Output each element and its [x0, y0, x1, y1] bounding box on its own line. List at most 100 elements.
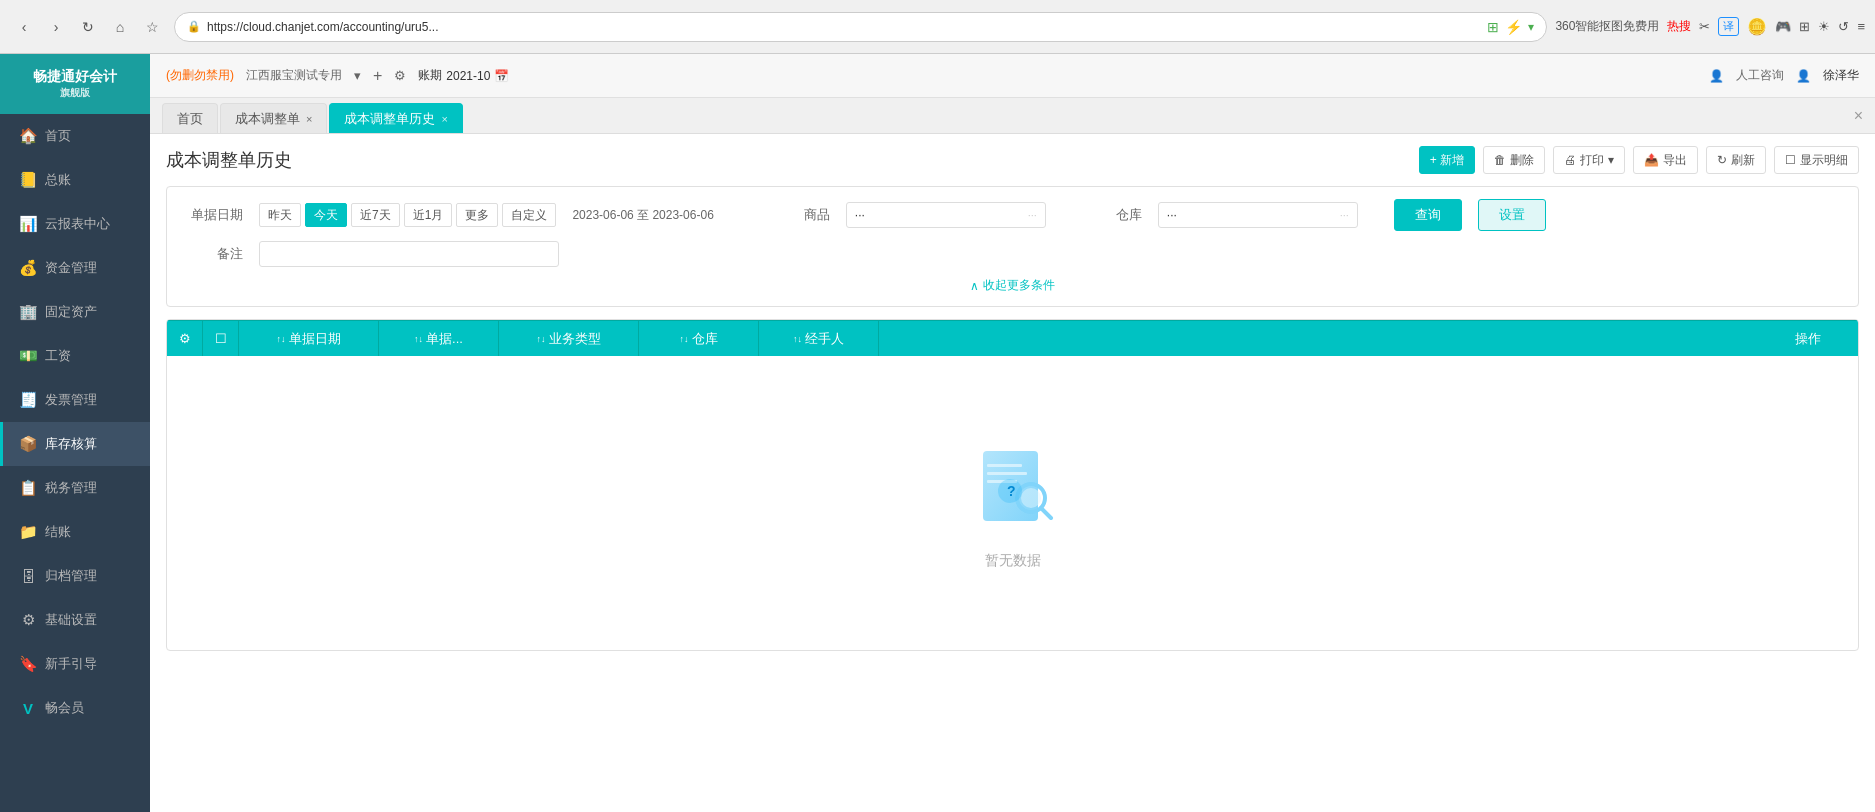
collapse-button[interactable]: ∧ 收起更多条件: [183, 277, 1842, 294]
apps-icon[interactable]: ⊞: [1799, 19, 1810, 34]
sidebar-label-inventory: 库存核算: [45, 435, 97, 453]
bookmark-button[interactable]: ☆: [138, 13, 166, 41]
sun-icon[interactable]: ☀: [1818, 19, 1830, 34]
menu-icon[interactable]: ≡: [1857, 19, 1865, 34]
settings-icon: ⚙: [19, 611, 37, 629]
sidebar-item-guide[interactable]: 🔖 新手引导: [0, 642, 150, 686]
add-button[interactable]: + 新增: [1419, 146, 1475, 174]
table-checkbox-all[interactable]: ☐: [203, 321, 239, 356]
empty-state: ? 暂无数据: [167, 356, 1858, 650]
delete-button[interactable]: 🗑 删除: [1483, 146, 1545, 174]
user-label[interactable]: 徐泽华: [1823, 67, 1859, 84]
sidebar-item-settings[interactable]: ⚙ 基础设置: [0, 598, 150, 642]
refresh-button[interactable]: ↻ 刷新: [1706, 146, 1766, 174]
filter-row-2: 备注: [183, 241, 1842, 267]
table-header: ⚙ ☐ ↑↓ 单据日期 ↑↓ 单据... ↑↓ 业务类型: [167, 320, 1858, 356]
filter-area: 单据日期 昨天 今天 近7天 近1月 更多 自定义 2023-06-06 至 2…: [166, 186, 1859, 307]
calendar-icon[interactable]: 📅: [494, 69, 509, 83]
sidebar-item-ledger[interactable]: 📒 总账: [0, 158, 150, 202]
export-button[interactable]: 📤 导出: [1633, 146, 1698, 174]
sidebar-nav: 🏠 首页 📒 总账 📊 云报表中心 💰 资金管理 🏢 固定资产 💵 工资: [0, 114, 150, 812]
sidebar-label-member: 畅会员: [45, 699, 84, 717]
warehouse-filter-select[interactable]: ··· ···: [1158, 202, 1358, 228]
sidebar-label-ledger: 总账: [45, 171, 71, 189]
table-col-handler[interactable]: ↑↓ 经手人: [759, 321, 879, 356]
window-close-icon[interactable]: ×: [1854, 107, 1863, 125]
back-button[interactable]: ‹: [10, 13, 38, 41]
table-col-no[interactable]: ↑↓ 单据...: [379, 321, 499, 356]
warehouse-placeholder: ···: [1167, 208, 1177, 222]
secure-icon: 🔒: [187, 20, 201, 33]
user-avatar-icon: 👤: [1796, 69, 1811, 83]
url-bar[interactable]: 🔒 https://cloud.chanjet.com/accounting/u…: [174, 12, 1547, 42]
query-button[interactable]: 查询: [1394, 199, 1462, 231]
sidebar-item-salary[interactable]: 💵 工资: [0, 334, 150, 378]
settings-company-icon[interactable]: ⚙: [394, 68, 406, 83]
ledger-icon: 📒: [19, 171, 37, 189]
date-btn-1month[interactable]: 近1月: [404, 203, 453, 227]
period-display: 账期 2021-10 📅: [418, 67, 509, 84]
filter-row-1: 单据日期 昨天 今天 近7天 近1月 更多 自定义 2023-06-06 至 2…: [183, 199, 1842, 231]
table-col-warehouse[interactable]: ↑↓ 仓库: [639, 321, 759, 356]
tab-home-label: 首页: [177, 110, 203, 128]
lightning-icon[interactable]: ⚡: [1505, 19, 1522, 35]
tab-bar: 首页 成本调整单 × 成本调整单历史 × ×: [150, 98, 1875, 134]
date-btn-today[interactable]: 今天: [305, 203, 347, 227]
empty-icon: ?: [963, 436, 1063, 536]
remark-filter-input[interactable]: [259, 241, 559, 267]
tab-cost-adjust-history[interactable]: 成本调整单历史 ×: [329, 103, 462, 133]
tab-home[interactable]: 首页: [162, 103, 218, 133]
home-button[interactable]: ⌂: [106, 13, 134, 41]
svg-line-6: [1041, 508, 1051, 518]
reset-button[interactable]: 设置: [1478, 199, 1546, 231]
tab-cost-adjust-history-label: 成本调整单历史: [344, 110, 435, 128]
date-btn-yesterday[interactable]: 昨天: [259, 203, 301, 227]
grid-icon[interactable]: ⊞: [1487, 19, 1499, 35]
help-label[interactable]: 人工咨询: [1736, 67, 1784, 84]
date-btn-custom[interactable]: 自定义: [502, 203, 556, 227]
tab-cost-adjust-history-close[interactable]: ×: [441, 113, 447, 125]
sidebar-item-reports[interactable]: 📊 云报表中心: [0, 202, 150, 246]
date-btn-7days[interactable]: 近7天: [351, 203, 400, 227]
dropdown-icon[interactable]: ▾: [1528, 20, 1534, 34]
sidebar-item-home[interactable]: 🏠 首页: [0, 114, 150, 158]
sidebar-item-member[interactable]: V 畅会员: [0, 686, 150, 730]
goods-filter-select[interactable]: ··· ···: [846, 202, 1046, 228]
checkbox-all-icon[interactable]: ☐: [215, 331, 227, 346]
sidebar-item-invoice[interactable]: 🧾 发票管理: [0, 378, 150, 422]
sidebar-label-settings: 基础设置: [45, 611, 97, 629]
sidebar-item-archive[interactable]: 🗄 归档管理: [0, 554, 150, 598]
collapse-arrow-icon: ∧: [970, 279, 979, 293]
app-container: 畅捷通好会计 旗舰版 🏠 首页 📒 总账 📊 云报表中心 💰 资金管理 🏢: [0, 54, 1875, 812]
guide-icon: 🔖: [19, 655, 37, 673]
sidebar-item-closing[interactable]: 📁 结账: [0, 510, 150, 554]
tab-cost-adjust-close[interactable]: ×: [306, 113, 312, 125]
date-range-display: 2023-06-06 至 2023-06-06: [572, 207, 713, 224]
export-icon: 📤: [1644, 153, 1659, 167]
sidebar-item-fixed-assets[interactable]: 🏢 固定资产: [0, 290, 150, 334]
goods-placeholder: ···: [855, 208, 865, 222]
tab-cost-adjust[interactable]: 成本调整单 ×: [220, 103, 327, 133]
sidebar-item-inventory[interactable]: 📦 库存核算: [0, 422, 150, 466]
coin-icon[interactable]: 🪙: [1747, 17, 1767, 36]
table-settings-cell[interactable]: ⚙: [167, 321, 203, 356]
table-col-date[interactable]: ↑↓ 单据日期: [239, 321, 379, 356]
sidebar-item-tax[interactable]: 📋 税务管理: [0, 466, 150, 510]
add-company-icon[interactable]: +: [373, 67, 382, 85]
date-btn-more[interactable]: 更多: [456, 203, 498, 227]
table-col-biztype[interactable]: ↑↓ 业务类型: [499, 321, 639, 356]
dropdown-company-icon[interactable]: ▾: [354, 68, 361, 83]
scissors-icon[interactable]: ✂: [1699, 19, 1710, 34]
translate-icon[interactable]: 译: [1718, 17, 1739, 36]
display-col-button[interactable]: ☐ 显示明细: [1774, 146, 1859, 174]
reload-button[interactable]: ↻: [74, 13, 102, 41]
table-container: ⚙ ☐ ↑↓ 单据日期 ↑↓ 单据... ↑↓ 业务类型: [166, 319, 1859, 651]
print-button[interactable]: 🖨 打印 ▾: [1553, 146, 1625, 174]
undo-icon[interactable]: ↺: [1838, 19, 1849, 34]
forward-button[interactable]: ›: [42, 13, 70, 41]
print-dropdown-icon[interactable]: ▾: [1608, 153, 1614, 167]
game-icon[interactable]: 🎮: [1775, 19, 1791, 34]
sidebar-item-funds[interactable]: 💰 资金管理: [0, 246, 150, 290]
checkbox-icon: ☐: [1785, 153, 1796, 167]
table-settings-icon[interactable]: ⚙: [179, 331, 191, 346]
